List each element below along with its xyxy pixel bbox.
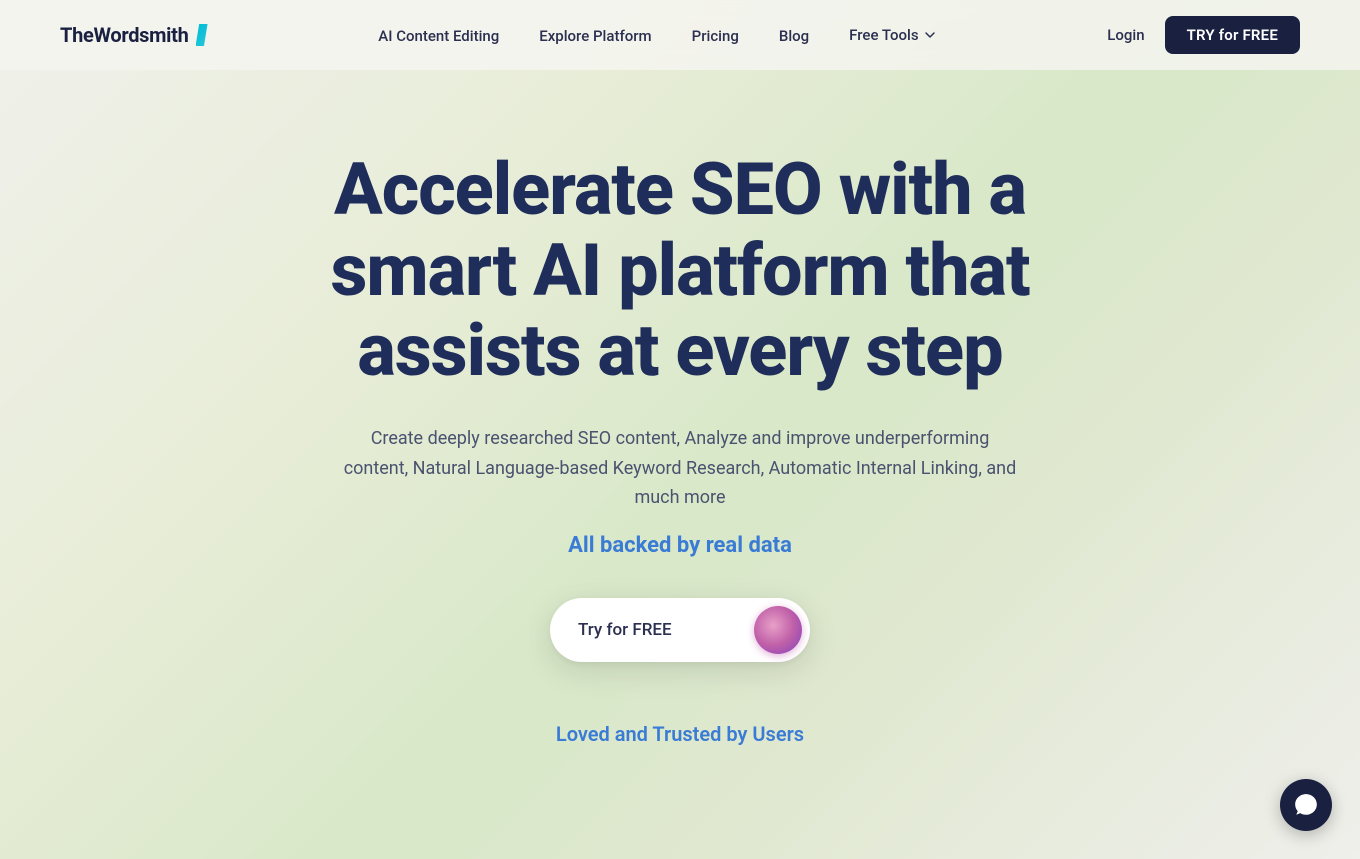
logo-slash-icon [196, 24, 208, 46]
chat-icon [1293, 792, 1319, 818]
nav-item-ai-content-editing[interactable]: AI Content Editing [378, 27, 499, 45]
hero-section: Accelerate SEO with a smart AI platform … [0, 70, 1360, 806]
cta-pill-label: Try for FREE [578, 620, 672, 640]
try-free-pill-button[interactable]: Try for FREE [550, 598, 810, 662]
nav-item-free-tools[interactable]: Free Tools [849, 26, 936, 44]
login-link[interactable]: Login [1107, 26, 1144, 44]
logo-link[interactable]: TheWordsmith [60, 23, 208, 47]
cta-pill-icon [754, 606, 802, 654]
nav-item-pricing[interactable]: Pricing [692, 27, 739, 45]
nav-right: Login TRY for FREE [1107, 16, 1300, 54]
hero-backed-text: All backed by real data [568, 533, 792, 558]
nav-item-blog[interactable]: Blog [779, 27, 809, 45]
hero-subtitle: Create deeply researched SEO content, An… [340, 424, 1020, 513]
chat-widget-button[interactable] [1280, 779, 1332, 831]
navbar: TheWordsmith AI Content Editing Explore … [0, 0, 1360, 70]
chevron-down-icon [923, 28, 937, 42]
nav-links: AI Content Editing Explore Platform Pric… [378, 26, 936, 45]
logo-text: TheWordsmith [60, 23, 189, 47]
hero-title: Accelerate SEO with a smart AI platform … [300, 150, 1060, 392]
loved-trusted-text: Loved and Trusted by Users [556, 722, 804, 746]
try-free-button[interactable]: TRY for FREE [1165, 16, 1300, 54]
free-tools-link[interactable]: Free Tools [849, 26, 918, 44]
nav-item-explore-platform[interactable]: Explore Platform [539, 27, 651, 45]
